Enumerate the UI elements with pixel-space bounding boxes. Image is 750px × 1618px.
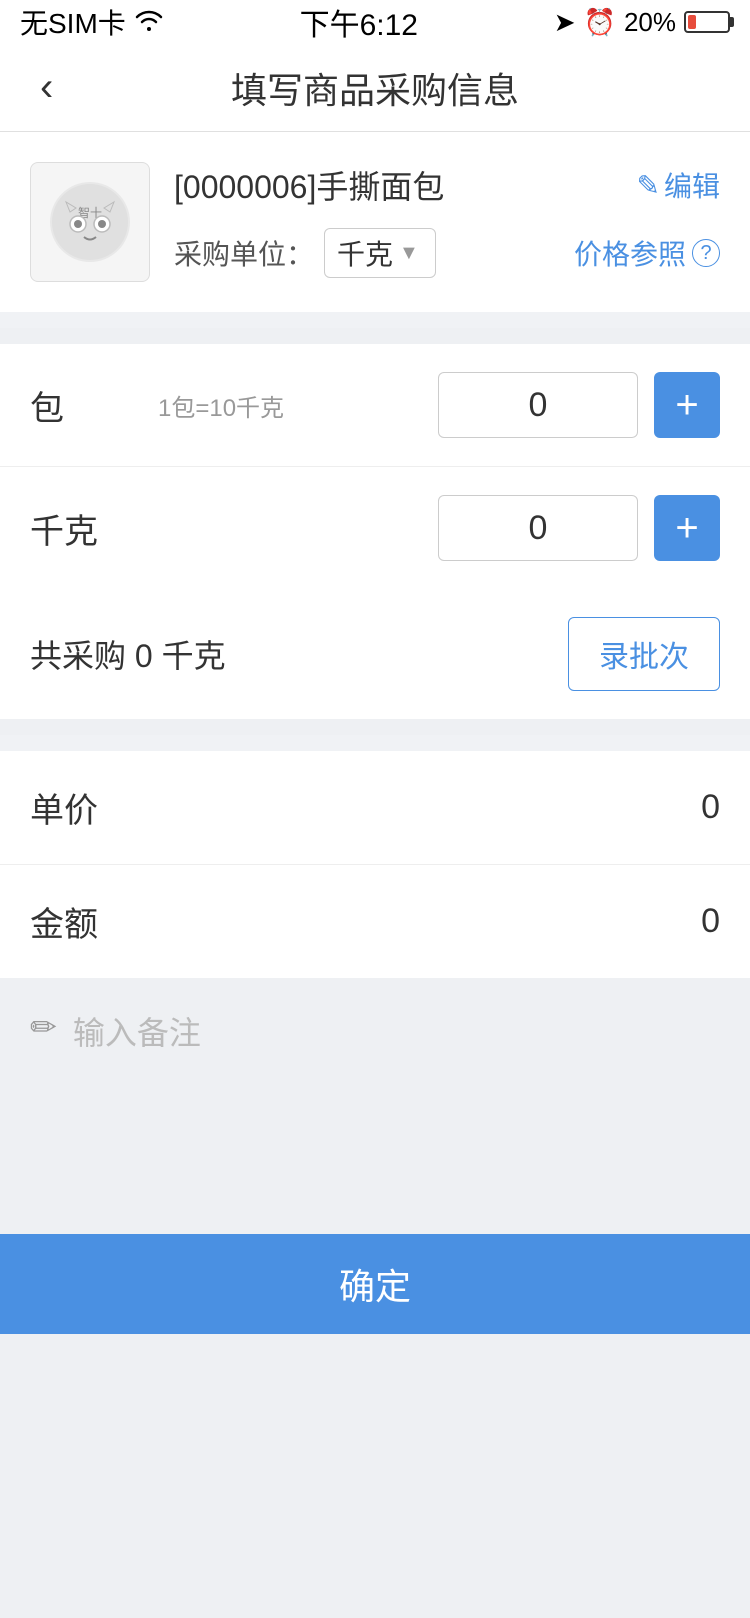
bao-label: 包 bbox=[30, 381, 150, 430]
status-bar: 无SIM卡 下午6:12 ➤ ⏰ 20% bbox=[0, 0, 750, 44]
price-ref-label: 价格参照 bbox=[574, 233, 686, 273]
carrier-text: 无SIM卡 bbox=[20, 2, 126, 42]
product-card: 智十 [0000006]手撕面包 ✎ 编辑 采购单位： bbox=[0, 132, 750, 312]
status-time: 下午6:12 bbox=[300, 0, 418, 44]
chevron-down-icon: ▼ bbox=[399, 242, 419, 265]
price-ref-link[interactable]: 价格参照 ? bbox=[574, 233, 720, 273]
page-title: 填写商品采购信息 bbox=[231, 62, 519, 114]
amount-label: 金额 bbox=[30, 897, 98, 946]
wifi-icon bbox=[134, 6, 164, 38]
product-logo: 智十 bbox=[50, 182, 130, 262]
amount-row: 金额 0 bbox=[0, 865, 750, 978]
bao-sublabel: 1包=10千克 bbox=[158, 388, 284, 423]
product-info: [0000006]手撕面包 ✎ 编辑 采购单位： 千克 ▼ 价格参照 ? bbox=[174, 162, 720, 278]
qianke-label: 千克 bbox=[30, 504, 150, 553]
alarm-icon: ⏰ bbox=[584, 7, 616, 38]
unit-label: 采购单位： bbox=[174, 233, 314, 273]
nav-bar: ‹ 填写商品采购信息 bbox=[0, 44, 750, 132]
batch-button[interactable]: 录批次 bbox=[568, 617, 720, 691]
pencil-icon: ✏ bbox=[30, 1008, 57, 1046]
product-name: [0000006]手撕面包 bbox=[174, 162, 444, 208]
divider-2 bbox=[0, 719, 750, 735]
summary-row: 共采购 0 千克 录批次 bbox=[0, 589, 750, 719]
input-section: 包 1包=10千克 + 千克 + bbox=[0, 344, 750, 589]
summary-text: 共采购 0 千克 bbox=[30, 631, 226, 677]
battery-icon bbox=[684, 11, 730, 33]
info-icon: ? bbox=[692, 239, 720, 267]
bao-row: 包 1包=10千克 + bbox=[0, 344, 750, 467]
edit-label: 编辑 bbox=[664, 165, 720, 205]
edit-link[interactable]: ✎ 编辑 bbox=[637, 165, 720, 205]
qianke-input[interactable] bbox=[438, 495, 638, 561]
confirm-button[interactable]: 确定 bbox=[0, 1234, 750, 1334]
content-area bbox=[0, 1158, 750, 1618]
unit-row: 采购单位： 千克 ▼ 价格参照 ? bbox=[174, 228, 720, 278]
product-image: 智十 bbox=[30, 162, 150, 282]
notes-placeholder: 输入备注 bbox=[73, 1008, 201, 1054]
product-name-row: [0000006]手撕面包 ✎ 编辑 bbox=[174, 162, 720, 208]
price-section: 单价 0 金额 0 bbox=[0, 751, 750, 978]
battery-percent: 20% bbox=[624, 7, 676, 38]
unit-value: 千克 bbox=[337, 233, 393, 273]
status-left: 无SIM卡 bbox=[20, 2, 164, 42]
location-icon: ➤ bbox=[554, 7, 576, 38]
qianke-plus-button[interactable]: + bbox=[654, 495, 720, 561]
notes-section[interactable]: ✏ 输入备注 bbox=[0, 978, 750, 1158]
unit-price-row: 单价 0 bbox=[0, 751, 750, 865]
bao-plus-button[interactable]: + bbox=[654, 372, 720, 438]
edit-icon: ✎ bbox=[637, 169, 660, 202]
back-button[interactable]: ‹ bbox=[30, 55, 63, 120]
qianke-row: 千克 + bbox=[0, 467, 750, 589]
unit-price-label: 单价 bbox=[30, 783, 98, 832]
unit-price-value: 0 bbox=[701, 788, 720, 827]
status-right: ➤ ⏰ 20% bbox=[554, 7, 730, 38]
divider-1 bbox=[0, 328, 750, 344]
unit-select[interactable]: 千克 ▼ bbox=[324, 228, 436, 278]
bao-input[interactable] bbox=[438, 372, 638, 438]
amount-value: 0 bbox=[701, 902, 720, 941]
